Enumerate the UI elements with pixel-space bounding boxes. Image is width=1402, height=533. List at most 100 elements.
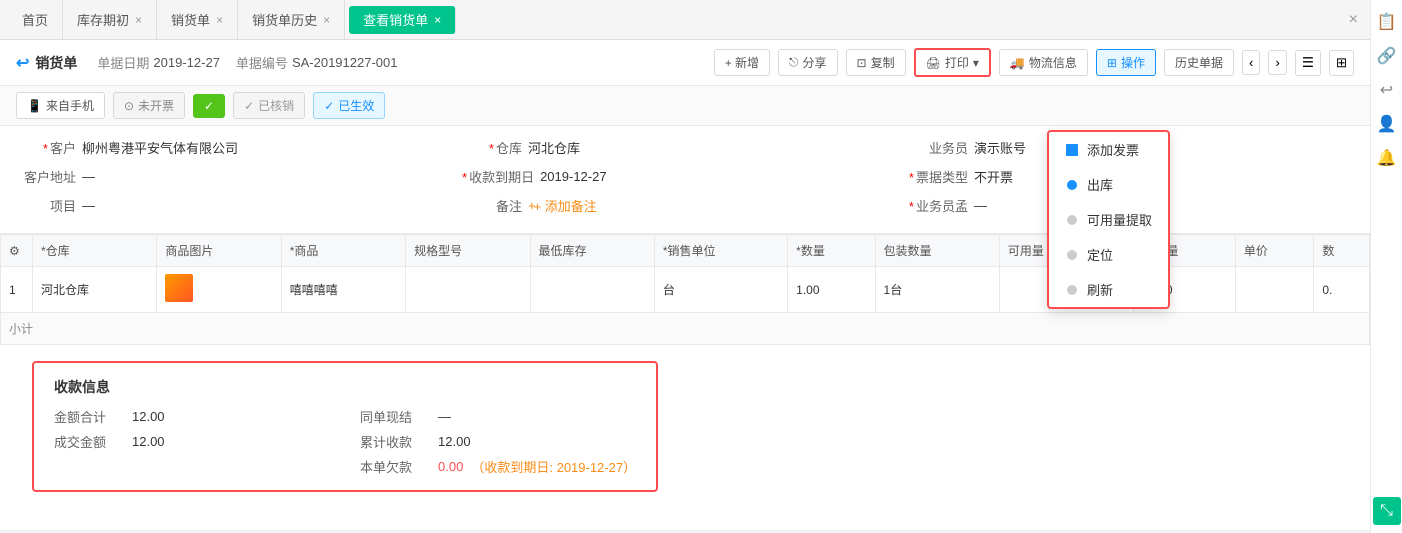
doc-title-icon: ↩	[16, 53, 29, 73]
customer-value: 柳州粤港平安气体有限公司	[82, 138, 238, 157]
doc-date-item: 单据日期 2019-12-27	[97, 53, 220, 72]
print-dropdown-icon: ▾	[973, 56, 979, 70]
col-pack-qty: 包装数量	[875, 235, 999, 267]
due-note: （收款到期日: 2019-12-27）	[471, 457, 636, 476]
tab-sales-history[interactable]: 销货单历史 ×	[238, 0, 345, 39]
effective-badge[interactable]: ✓ 已生效	[313, 92, 385, 119]
sidebar-icon-1[interactable]: 📋	[1373, 8, 1401, 36]
col-amount: 数	[1314, 235, 1370, 267]
dropdown-outbound[interactable]: 出库	[1049, 167, 1168, 202]
closed-badge[interactable]: ✓ 已核销	[233, 92, 305, 119]
prev-button[interactable]: ‹	[1242, 50, 1260, 75]
view2-button[interactable]: ⊞	[1329, 50, 1354, 76]
customer-label: 客户	[16, 138, 76, 157]
not-open-button[interactable]: ⊙ 未开票	[113, 92, 185, 119]
same-order-value: —	[438, 409, 451, 424]
form-due-date: 收款到期日 2019-12-27	[462, 167, 908, 186]
dropdown-locate[interactable]: 定位	[1049, 237, 1168, 272]
sidebar-icon-expand[interactable]: ⤡	[1373, 497, 1401, 525]
logistics-button[interactable]: 🚚 物流信息	[999, 49, 1088, 76]
address-label: 客户地址	[16, 167, 76, 186]
row-spec	[406, 267, 530, 313]
dropdown-refresh[interactable]: 刷新	[1049, 272, 1168, 307]
copy-icon: ⊡	[857, 56, 867, 70]
salesperson-label: 业务员孟	[908, 196, 968, 215]
add-button[interactable]: + 新增	[714, 49, 770, 76]
add-note-button[interactable]: + + 添加备注	[528, 196, 597, 215]
ticket-type-label: 票据类型	[908, 167, 968, 186]
sidebar-icon-5[interactable]: 🔔	[1373, 144, 1401, 172]
effective-icon: ✓	[324, 99, 334, 113]
locate-label: 定位	[1087, 245, 1113, 264]
sidebar-icon-4[interactable]: 👤	[1373, 110, 1401, 138]
sidebar-icon-3[interactable]: ↩	[1373, 76, 1401, 104]
warehouse-label: 仓库	[462, 138, 522, 157]
tab-close-history[interactable]: ×	[323, 13, 330, 27]
ticket-icon: ⊙	[124, 99, 134, 113]
project-value: —	[82, 198, 95, 213]
warehouse-value: 河北仓库	[528, 138, 580, 157]
cumulative-value: 12.00	[438, 434, 471, 449]
right-sidebar: 📋 🔗 ↩ 👤 🔔 ⤡	[1370, 0, 1402, 533]
tab-view-sales[interactable]: 查看销货单 ×	[349, 6, 456, 34]
tab-home[interactable]: 首页	[8, 0, 63, 39]
operation-icon: ⊞	[1107, 56, 1117, 70]
dropdown-add-invoice[interactable]: 添加发票	[1049, 132, 1168, 167]
payment-actual: 成交金额 12.00	[54, 432, 330, 451]
salesperson-value: —	[974, 198, 987, 213]
share-button[interactable]: ⎋ 分享	[778, 49, 838, 76]
doc-meta: 单据日期 2019-12-27 单据编号 SA-20191227-001	[97, 53, 713, 72]
staff-label: 业务员	[908, 138, 968, 157]
add-invoice-label: 添加发票	[1087, 140, 1139, 159]
owed-label: 本单欠款	[360, 457, 430, 476]
subtotal-row: 小计	[1, 313, 1370, 345]
col-image: 商品图片	[157, 235, 281, 267]
tab-inventory-init[interactable]: 库存期初 ×	[63, 0, 157, 39]
print-button[interactable]: 🖨 打印 ▾	[914, 48, 991, 77]
doc-actions: + 新增 ⎋ 分享 ⊡ 复制 🖨 打印 ▾ 🚚	[714, 48, 1354, 77]
available-qty-label: 可用量提取	[1087, 210, 1152, 229]
available-qty-icon	[1065, 213, 1079, 227]
closed-icon: ✓	[244, 99, 254, 113]
share-icon: ⎋	[789, 55, 799, 70]
tab-bar: 首页 库存期初 × 销货单 × 销货单历史 × 查看销货单 × ×	[0, 0, 1370, 40]
form-project: 项目 —	[16, 196, 462, 215]
dropdown-available-qty[interactable]: 可用量提取	[1049, 202, 1168, 237]
total-label: 金额合计	[54, 407, 124, 426]
operation-button[interactable]: ⊞ 操作	[1096, 49, 1156, 76]
tab-close-sales[interactable]: ×	[216, 13, 223, 27]
print-icon: 🖨	[926, 56, 941, 70]
add-invoice-icon	[1065, 143, 1079, 157]
row-warehouse: 河北仓库	[33, 267, 157, 313]
col-product: *商品	[281, 235, 405, 267]
actual-label: 成交金额	[54, 432, 124, 451]
tab-sales-order[interactable]: 销货单 ×	[157, 0, 238, 39]
window-close-icon[interactable]: ×	[1349, 11, 1358, 29]
tab-close-inventory[interactable]: ×	[135, 13, 142, 27]
doc-header: ↩ 销货单 单据日期 2019-12-27 单据编号 SA-20191227-0…	[0, 40, 1370, 86]
row-unit: 台	[654, 267, 787, 313]
payment-cumulative: 累计收款 12.00	[360, 432, 636, 451]
row-image	[157, 267, 281, 313]
sidebar-icon-2[interactable]: 🔗	[1373, 42, 1401, 70]
form-address: 客户地址 —	[16, 167, 462, 186]
row-index: 1	[1, 267, 33, 313]
doc-date-value: 2019-12-27	[153, 55, 220, 70]
locate-icon	[1065, 248, 1079, 262]
tab-close-view[interactable]: ×	[434, 13, 441, 27]
outbound-label: 出库	[1087, 175, 1113, 194]
next-button[interactable]: ›	[1268, 50, 1286, 75]
actual-value: 12.00	[132, 434, 165, 449]
history-button[interactable]: 历史单据	[1164, 49, 1234, 76]
due-date-value: 2019-12-27	[540, 169, 607, 184]
payment-grid: 金额合计 12.00 同单现结 — 成交金额 12.00 累计收款	[54, 407, 636, 476]
cumulative-label: 累计收款	[360, 432, 430, 451]
from-phone-button[interactable]: 📱 来自手机	[16, 92, 105, 119]
doc-number-label: 单据编号	[236, 53, 288, 72]
operation-dropdown: 添加发票 出库 可用量提取	[1047, 130, 1170, 309]
copy-button[interactable]: ⊡ 复制	[846, 49, 906, 76]
col-gear: ⚙	[1, 235, 33, 267]
confirm-button[interactable]: ✓	[193, 94, 225, 118]
view1-button[interactable]: ☰	[1295, 50, 1321, 76]
refresh-label: 刷新	[1087, 280, 1113, 299]
